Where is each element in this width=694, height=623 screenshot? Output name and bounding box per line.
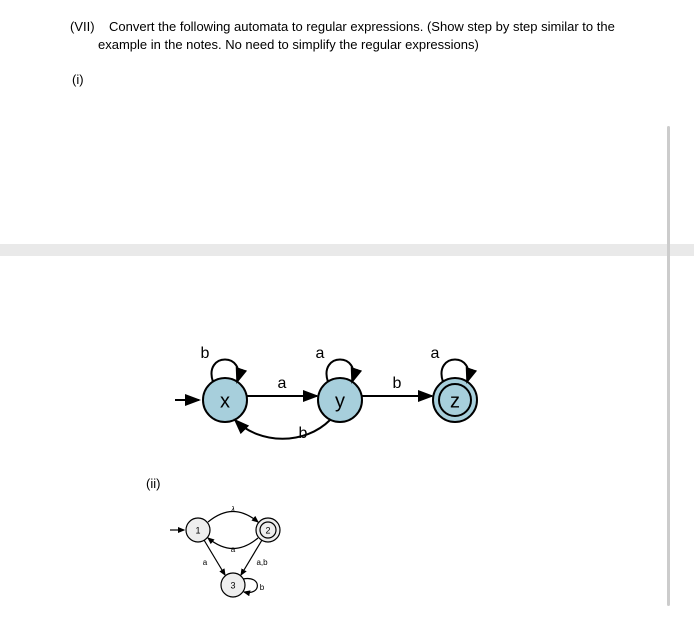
question-text-2: example in the notes. No need to simplif… xyxy=(98,36,479,54)
edge-yx-label: b xyxy=(299,425,308,442)
state-y-label: y xyxy=(335,390,345,412)
state-3-label: 3 xyxy=(230,580,235,590)
part-label-i: (i) xyxy=(72,72,694,87)
edge-yx xyxy=(235,420,330,439)
question-header: (VII) Convert the following automata to … xyxy=(0,0,694,54)
question-number: (VII) xyxy=(70,19,95,34)
edge-21-label: a xyxy=(231,545,236,554)
edge-13-label: a xyxy=(203,558,208,567)
state-z-label: z xyxy=(450,390,460,412)
state-1-label: 1 xyxy=(195,525,200,535)
edge-xy-label: a xyxy=(278,375,287,392)
scrollbar[interactable] xyxy=(667,126,670,606)
loop-3-label: b xyxy=(260,583,265,592)
part-label-ii: (ii) xyxy=(146,476,160,491)
state-x-label: x xyxy=(220,390,230,412)
automaton-i: x y z b a a a b b xyxy=(175,330,515,450)
divider-band xyxy=(0,244,694,256)
loop-y-label: a xyxy=(316,345,325,362)
state-2-label: 2 xyxy=(265,525,270,535)
edge-23-label: a,b xyxy=(256,558,268,567)
automaton-ii: 1 2 3 λ a a a,b b xyxy=(170,500,310,610)
loop-x-label: b xyxy=(201,345,210,362)
loop-z-label: a xyxy=(431,345,440,362)
edge-12-label: λ xyxy=(230,505,235,514)
edge-yz-label: b xyxy=(393,375,402,392)
question-text-1: Convert the following automata to regula… xyxy=(109,19,615,34)
